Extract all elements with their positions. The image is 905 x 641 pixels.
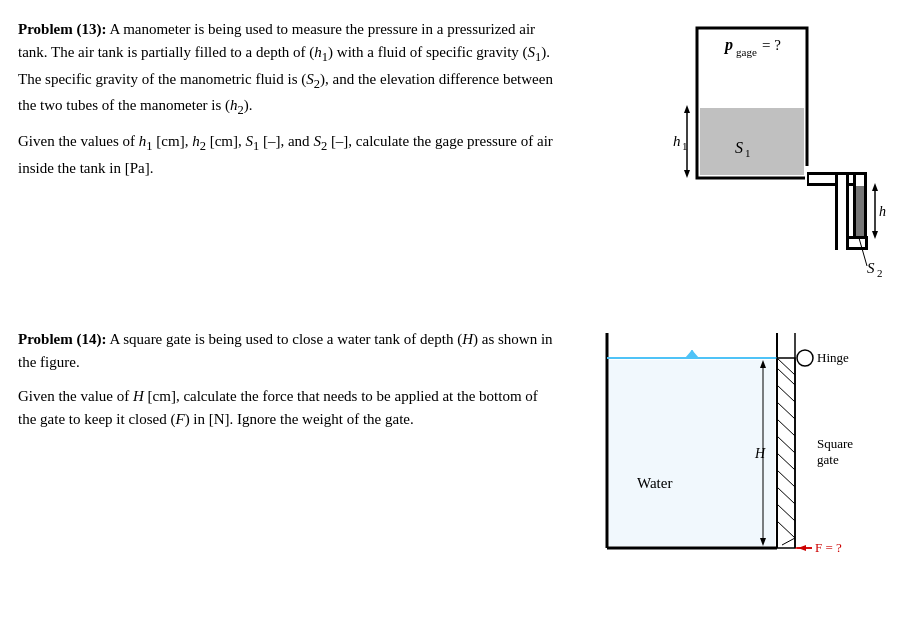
svg-line-45 (777, 368, 795, 385)
svg-line-50 (777, 453, 795, 470)
svg-rect-26 (838, 175, 846, 250)
svg-point-57 (797, 350, 813, 366)
problem13-label: Problem (13): (18, 21, 106, 37)
svg-marker-7 (684, 170, 690, 178)
problem14-diagram: Water (577, 328, 887, 558)
page-container: Problem (13): A manometer is being used … (18, 18, 887, 558)
problem14-text: Problem (14): A square gate is being use… (18, 328, 567, 558)
svg-text:F = ?: F = ? (815, 540, 842, 555)
svg-line-49 (777, 436, 795, 453)
svg-rect-1 (700, 108, 804, 175)
svg-text:h: h (879, 204, 886, 219)
problem14-svg: Water (577, 328, 887, 558)
svg-text:S: S (735, 139, 743, 156)
svg-rect-27 (856, 186, 864, 236)
problem14-description: Problem (14): A square gate is being use… (18, 328, 557, 375)
problem14-section: Problem (14): A square gate is being use… (18, 328, 887, 558)
svg-line-52 (777, 487, 795, 504)
svg-line-46 (777, 385, 795, 402)
svg-text:gate: gate (817, 452, 839, 467)
svg-text:2: 2 (877, 267, 883, 279)
svg-text:h: h (673, 133, 681, 149)
svg-text:Hinge: Hinge (817, 350, 849, 365)
svg-line-54 (777, 521, 795, 538)
svg-rect-44 (777, 358, 795, 548)
problem13-diagram: p gage = ? h 1 S 1 (577, 18, 887, 308)
problem13-svg: p gage = ? h 1 S 1 (577, 18, 887, 308)
svg-text:S: S (867, 260, 875, 276)
svg-text:Water: Water (637, 475, 672, 491)
problem13-section: Problem (13): A manometer is being used … (18, 18, 887, 308)
svg-text:1: 1 (682, 140, 688, 152)
problem13-given: Given the values of h1 [cm], h2 [cm], S1… (18, 130, 557, 180)
problem14-label: Problem (14): (18, 331, 106, 347)
svg-text:Square: Square (817, 436, 853, 451)
svg-line-56 (782, 538, 795, 545)
svg-line-47 (777, 402, 795, 419)
svg-text:p: p (723, 36, 733, 54)
problem14-given: Given the value of H [cm], calculate the… (18, 385, 557, 432)
problem13-description: Problem (13): A manometer is being used … (18, 18, 557, 120)
svg-marker-6 (684, 105, 690, 113)
svg-text:H: H (754, 446, 766, 461)
svg-rect-42 (609, 360, 775, 546)
svg-text:gage: gage (736, 46, 757, 58)
svg-line-51 (777, 470, 795, 487)
svg-line-48 (777, 419, 795, 436)
svg-marker-40 (685, 350, 699, 358)
svg-text:= ?: = ? (762, 37, 781, 53)
svg-line-53 (777, 504, 795, 521)
svg-text:1: 1 (745, 147, 751, 159)
problem13-text: Problem (13): A manometer is being used … (18, 18, 567, 308)
svg-line-55 (777, 358, 795, 375)
